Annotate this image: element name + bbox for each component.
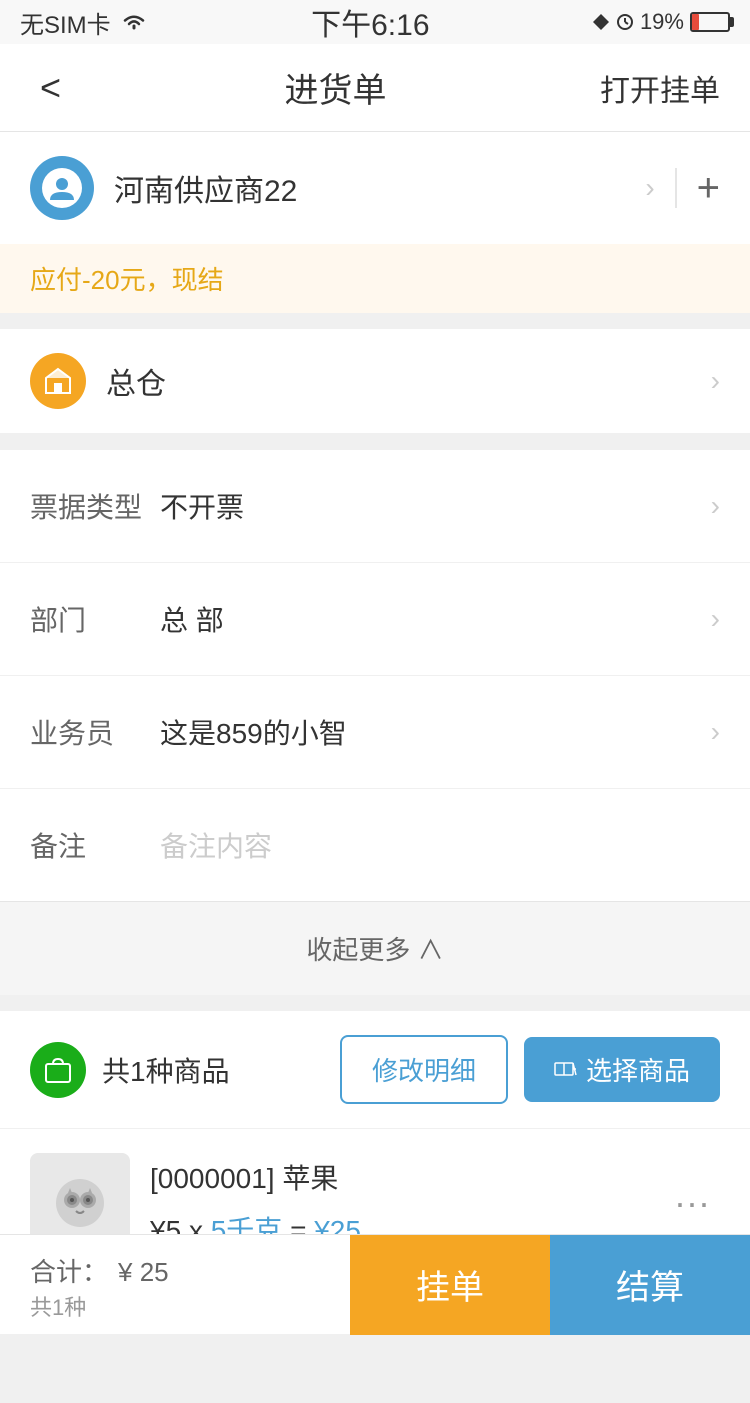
products-header: 共1种商品 修改明细 选择商品 bbox=[0, 1011, 750, 1128]
battery-icon bbox=[690, 12, 730, 32]
edit-detail-button[interactable]: 修改明细 bbox=[340, 1035, 508, 1104]
salesman-label: 业务员 bbox=[30, 712, 160, 752]
salesman-chevron-icon: › bbox=[711, 716, 720, 748]
salesman-value: 这是859的小智 bbox=[160, 712, 701, 752]
supplier-name: 河南供应商22 bbox=[114, 166, 635, 210]
add-button[interactable]: + bbox=[697, 166, 720, 211]
warehouse-row[interactable]: 总仓 › bbox=[0, 329, 750, 433]
status-bar: 无SIM卡 下午6:16 19% bbox=[0, 0, 750, 44]
bottom-bar: 合计： ¥ 25 共1种 挂单 结算 bbox=[0, 1234, 750, 1334]
select-product-button[interactable]: 选择商品 bbox=[524, 1037, 720, 1102]
product-name: [0000001] 苹果 bbox=[150, 1157, 664, 1197]
collapse-button[interactable]: 收起更多 ∧ bbox=[0, 901, 750, 995]
invoice-chevron-icon: › bbox=[711, 490, 720, 522]
products-icon bbox=[30, 1042, 86, 1098]
person-icon bbox=[48, 174, 76, 202]
total-count: 共1种 bbox=[30, 1290, 320, 1322]
checkout-button[interactable]: 结算 bbox=[550, 1235, 750, 1335]
total-section: 合计： ¥ 25 共1种 bbox=[0, 1248, 350, 1322]
nav-bar: < 进货单 打开挂单 bbox=[0, 44, 750, 132]
alarm-icon bbox=[616, 13, 634, 31]
warehouse-icon bbox=[30, 353, 86, 409]
cart-icon bbox=[554, 1058, 578, 1082]
location-icon bbox=[592, 13, 610, 31]
products-count: 共1种商品 bbox=[102, 1050, 324, 1090]
total-amount: 合计： ¥ 25 bbox=[30, 1248, 320, 1290]
invoice-row[interactable]: 票据类型 不开票 › bbox=[0, 449, 750, 562]
shopping-bag-icon bbox=[42, 1054, 74, 1086]
supplier-divider bbox=[675, 168, 677, 208]
department-value: 总 部 bbox=[160, 599, 701, 639]
department-chevron-icon: › bbox=[711, 603, 720, 635]
remark-row[interactable]: 备注 备注内容 bbox=[0, 788, 750, 901]
main-content: 河南供应商22 › + 应付-20元，现结 总仓 › 票据类型 不开票 › bbox=[0, 132, 750, 1403]
supplier-chevron-icon: › bbox=[645, 172, 654, 204]
payment-hint: 应付-20元，现结 bbox=[0, 244, 750, 313]
invoice-value: 不开票 bbox=[160, 486, 701, 526]
house-icon bbox=[43, 366, 73, 396]
remark-label: 备注 bbox=[30, 825, 160, 865]
supplier-section: 河南供应商22 › + 应付-20元，现结 bbox=[0, 132, 750, 313]
remark-value: 备注内容 bbox=[160, 825, 720, 865]
supplier-avatar bbox=[30, 156, 94, 220]
wifi-icon bbox=[119, 12, 149, 32]
department-row[interactable]: 部门 总 部 › bbox=[0, 562, 750, 675]
form-section: 票据类型 不开票 › 部门 总 部 › 业务员 这是859的小智 › 备注 备注… bbox=[0, 449, 750, 995]
supplier-row[interactable]: 河南供应商22 › + bbox=[0, 132, 750, 244]
warehouse-section: 总仓 › bbox=[0, 329, 750, 433]
salesman-row[interactable]: 业务员 这是859的小智 › bbox=[0, 675, 750, 788]
status-carrier: 无SIM卡 bbox=[20, 5, 149, 40]
warehouse-name: 总仓 bbox=[106, 359, 701, 403]
back-button[interactable]: < bbox=[30, 57, 71, 119]
department-label: 部门 bbox=[30, 599, 160, 639]
hang-order-button[interactable]: 挂单 bbox=[350, 1235, 550, 1335]
status-right: 19% bbox=[592, 9, 730, 35]
invoice-label: 票据类型 bbox=[30, 486, 160, 526]
open-hang-button[interactable]: 打开挂单 bbox=[600, 66, 720, 110]
product-more-button[interactable]: ··· bbox=[664, 1172, 720, 1234]
warehouse-chevron-icon: › bbox=[711, 365, 720, 397]
owl-icon bbox=[50, 1173, 110, 1233]
page-title: 进货单 bbox=[285, 63, 387, 112]
status-time: 下午6:16 bbox=[311, 0, 429, 44]
